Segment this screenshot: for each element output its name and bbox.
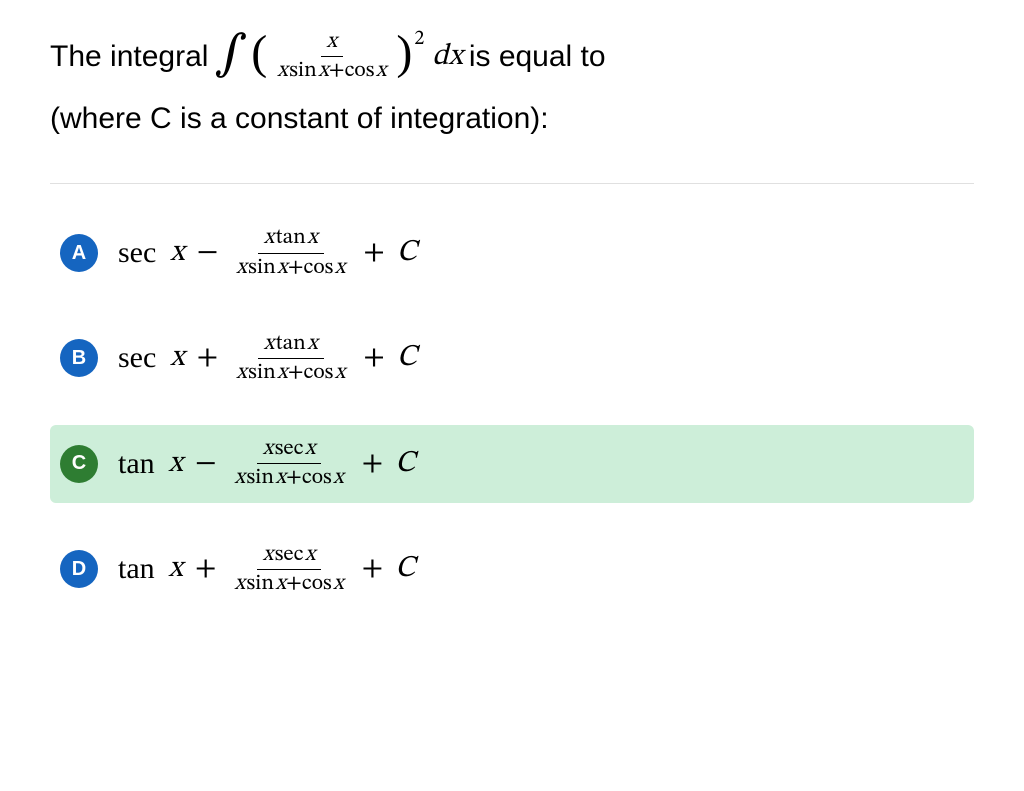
options-list: A sec x − x tan x x sin x+cos x + C B se… [50, 214, 974, 608]
close-paren: ) [396, 29, 412, 77]
option-c-fraction: x sec x x sin x+cos x [229, 437, 350, 490]
question-block: The integral ∫ ( x x sin x+cos x ) 2 dx … [50, 30, 974, 143]
option-letter-a: A [60, 234, 98, 272]
exponent: 2 [414, 23, 424, 55]
option-a[interactable]: A sec x − x tan x x sin x+cos x + C [50, 214, 974, 291]
question-suffix: is equal to [469, 33, 606, 81]
option-c-expression: tan x − x sec x x sin x+cos x + C [118, 437, 415, 490]
option-d-fraction: x sec x x sin x+cos x [229, 543, 350, 596]
question-subtext: (where C is a constant of integration): [50, 95, 974, 143]
option-d[interactable]: D tan x + x sec x x sin x+cos x + C [50, 531, 974, 608]
divider [50, 183, 974, 184]
option-b-fraction: x tan x x sin x+cos x [230, 332, 351, 385]
integral-expression: ∫ ( x x sin x+cos x ) 2 dx [214, 30, 462, 83]
integral-sign: ∫ [214, 31, 247, 79]
question-text: The integral ∫ ( x x sin x+cos x ) 2 dx … [50, 30, 974, 83]
question-prefix: The integral [50, 33, 208, 81]
option-letter-b: B [60, 339, 98, 377]
option-letter-c: C [60, 445, 98, 483]
option-a-expression: sec x − x tan x x sin x+cos x + C [118, 226, 417, 279]
open-paren: ( [251, 29, 267, 77]
option-c[interactable]: C tan x − x sec x x sin x+cos x + C [50, 425, 974, 502]
option-d-expression: tan x + x sec x x sin x+cos x + C [118, 543, 415, 596]
option-b-expression: sec x + x tan x x sin x+cos x + C [118, 332, 417, 385]
option-a-fraction: x tan x x sin x+cos x [230, 226, 351, 279]
differential: dx [432, 33, 463, 81]
integrand-fraction: x x sin x+cos x [271, 30, 392, 83]
option-letter-d: D [60, 550, 98, 588]
option-b[interactable]: B sec x + x tan x x sin x+cos x + C [50, 320, 974, 397]
